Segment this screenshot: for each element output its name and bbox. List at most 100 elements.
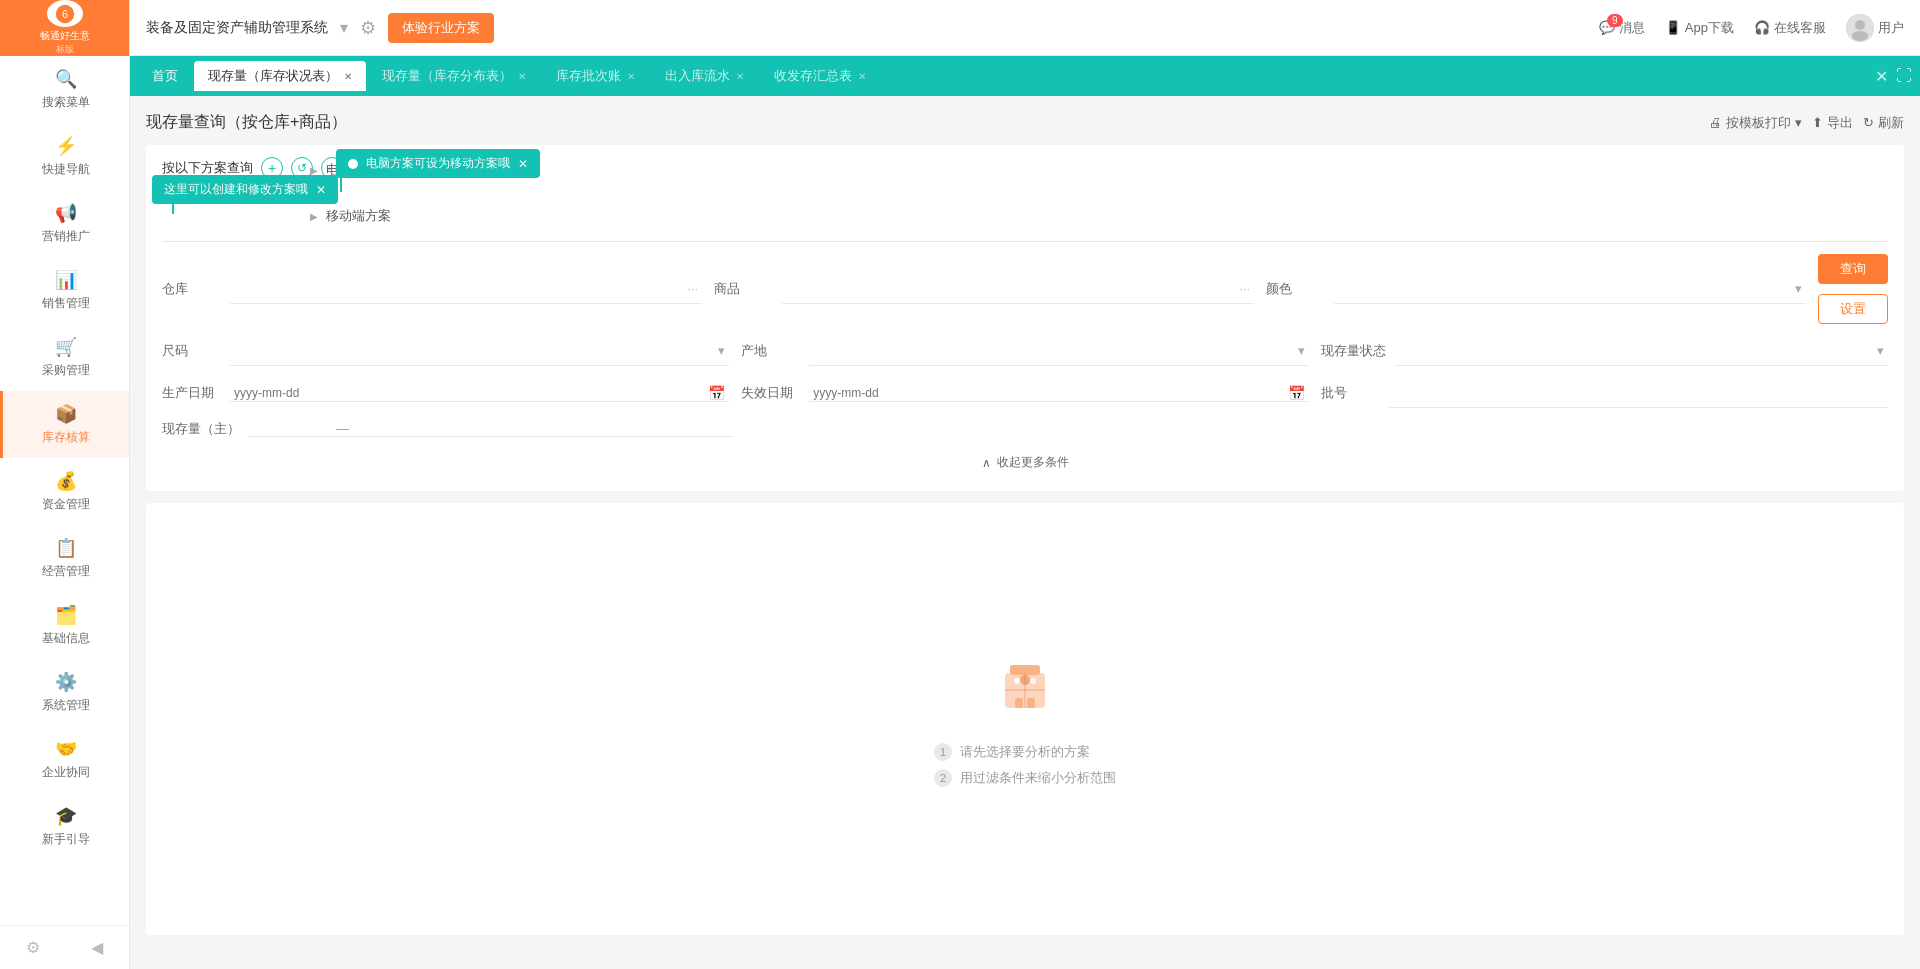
filter-separator (162, 241, 1888, 242)
sidebar-item-marketing-label: 营销推广 (42, 228, 90, 245)
sidebar-item-inventory[interactable]: 📦 库存核算 (0, 391, 129, 458)
empty-hint-2-text: 用过滤条件来缩小分析范围 (960, 769, 1116, 787)
goods-dots: ··· (1239, 281, 1250, 296)
logo-text: 畅通好生意 (40, 29, 90, 43)
search-button[interactable]: 查询 (1818, 254, 1888, 284)
origin-select[interactable]: ▾ (809, 336, 1308, 366)
stock-qty-min-input[interactable] (252, 421, 332, 436)
tab-summary-close[interactable]: ✕ (858, 71, 866, 82)
sidebar-item-sales[interactable]: 📊 销售管理 (0, 257, 129, 324)
goods-select[interactable]: ··· (782, 274, 1254, 304)
filter-row-3: 生产日期 📅 失效日期 📅 批号 (162, 378, 1888, 408)
filter-row-4: 现存量（主） — (162, 420, 1888, 438)
sidebar-item-guide[interactable]: 🎓 新手引导 (0, 793, 129, 860)
message-action[interactable]: 💬 9 消息 (1599, 19, 1645, 37)
filter-header: 按以下方案查询 + ↺ ← ▶ 电脑端方案 电脑方案可设为移动方案哦 (162, 157, 1888, 179)
svg-point-3 (1855, 20, 1865, 30)
print-icon: 🖨 (1709, 115, 1722, 130)
tab-fullscreen-icon[interactable]: ⛶ (1896, 67, 1912, 86)
scheme-mobile-row: ▶ 移动端方案 这里可以创建和修改方案哦 ✕ (162, 203, 1888, 229)
sidebar-item-sales-label: 销售管理 (42, 295, 90, 312)
tab-summary[interactable]: 收发存汇总表 ✕ (760, 61, 880, 91)
online-support-label: 在线客服 (1774, 19, 1826, 37)
online-support-action[interactable]: 🎧 在线客服 (1754, 19, 1826, 37)
sidebar-item-system[interactable]: ⚙️ 系统管理 (0, 659, 129, 726)
pc-tooltip-container: 电脑方案可设为移动方案哦 ✕ (336, 149, 540, 178)
page-actions: 🖨 按模板打印 ▾ ⬆ 导出 ↻ 刷新 (1709, 114, 1904, 132)
size-arrow: ▾ (718, 343, 725, 358)
prod-date-input-wrap: 📅 (230, 385, 729, 402)
sidebar-item-enterprise[interactable]: 🤝 企业协同 (0, 726, 129, 793)
settings-gear-icon[interactable]: ⚙ (360, 17, 376, 39)
size-select[interactable]: ▾ (230, 336, 729, 366)
size-label: 尺码 (162, 342, 222, 360)
hint-num-1: 1 (934, 743, 952, 761)
action-buttons: 查询 设置 (1818, 254, 1888, 324)
basic-icon: 🗂️ (55, 604, 77, 626)
tab-bar-actions: ✕ ⛶ (1875, 67, 1912, 86)
tab-inventory-dist[interactable]: 现存量（库存分布表） ✕ (368, 61, 540, 91)
sidebar-item-quicknav-label: 快捷导航 (42, 161, 90, 178)
create-tooltip-close[interactable]: ✕ (316, 183, 326, 197)
warehouse-select[interactable]: ··· (230, 274, 702, 304)
prod-date-calendar-icon[interactable]: 📅 (708, 385, 725, 401)
top-header: 装备及固定资产辅助管理系统 ▾ ⚙ 体验行业方案 💬 9 消息 📱 App下载 … (130, 0, 1920, 56)
sidebar-item-guide-label: 新手引导 (42, 831, 90, 848)
refresh-button[interactable]: ↻ 刷新 (1863, 114, 1904, 132)
sidebar-item-purchase[interactable]: 🛒 采购管理 (0, 324, 129, 391)
tab-inventory-status-close[interactable]: ✕ (344, 71, 352, 82)
app-download-action[interactable]: 📱 App下载 (1665, 19, 1734, 37)
expire-date-input[interactable] (813, 386, 1283, 400)
print-button[interactable]: 🖨 按模板打印 ▾ (1709, 114, 1802, 132)
tab-close-all-icon[interactable]: ✕ (1875, 67, 1888, 86)
filter-cell-prod-date: 生产日期 📅 (162, 384, 729, 402)
export-button[interactable]: ⬆ 导出 (1812, 114, 1853, 132)
tab-inventory-status[interactable]: 现存量（库存状况表） ✕ (194, 61, 366, 91)
filter-cell-goods: 商品 ··· (714, 274, 1254, 304)
quicknav-icon: ⚡ (55, 135, 77, 157)
edition-label: 标版 (56, 43, 74, 56)
sidebar-item-search[interactable]: 🔍 搜索菜单 (0, 56, 129, 123)
tab-batch-account-close[interactable]: ✕ (627, 71, 635, 82)
sidebar-item-marketing[interactable]: 📢 营销推广 (0, 190, 129, 257)
tab-bar: 首页 现存量（库存状况表） ✕ 现存量（库存分布表） ✕ 库存批次账 ✕ 出入库… (130, 56, 1920, 96)
reset-button[interactable]: 设置 (1818, 294, 1888, 324)
app-download-label: App下载 (1685, 19, 1734, 37)
sidebar-item-basic[interactable]: 🗂️ 基础信息 (0, 592, 129, 659)
batch-input[interactable] (1389, 378, 1888, 408)
empty-state: 1 请先选择要分析的方案 2 用过滤条件来缩小分析范围 (146, 563, 1904, 875)
trial-button[interactable]: 体验行业方案 (388, 13, 494, 43)
tab-inout-flow[interactable]: 出入库流水 ✕ (651, 61, 758, 91)
logo-icon: 6 (47, 0, 83, 27)
user-action[interactable]: 用户 (1846, 14, 1904, 42)
settings-icon[interactable]: ⚙ (26, 938, 40, 957)
empty-hints-list: 1 请先选择要分析的方案 2 用过滤条件来缩小分析范围 (934, 743, 1116, 795)
stock-qty-max-input[interactable] (353, 421, 433, 436)
print-label: 按模板打印 (1726, 114, 1791, 132)
sidebar-item-quicknav[interactable]: ⚡ 快捷导航 (0, 123, 129, 190)
stock-status-select[interactable]: ▾ (1394, 336, 1888, 366)
color-select[interactable]: ▾ (1334, 274, 1806, 304)
system-title: 装备及固定资产辅助管理系统 (146, 19, 328, 37)
collapse-sidebar-icon[interactable]: ◀ (91, 938, 103, 957)
sidebar-item-finance[interactable]: 💰 资金管理 (0, 458, 129, 525)
sidebar-item-operations[interactable]: 📋 经营管理 (0, 525, 129, 592)
tab-home[interactable]: 首页 (138, 61, 192, 91)
tab-batch-account[interactable]: 库存批次账 ✕ (542, 61, 649, 91)
sidebar-nav: 🔍 搜索菜单 ⚡ 快捷导航 📢 营销推广 📊 销售管理 🛒 采购管理 📦 库存核… (0, 56, 129, 925)
filter-cell-expire-date: 失效日期 📅 (741, 384, 1308, 402)
collapse-filter-button[interactable]: ∧ 收起更多条件 (162, 446, 1888, 479)
prod-date-start-input[interactable] (234, 386, 704, 400)
inventory-icon: 📦 (55, 403, 77, 425)
pc-tooltip-close[interactable]: ✕ (518, 157, 528, 171)
filter-row-1: 仓库 ··· 商品 ··· 颜色 (162, 254, 1888, 324)
expire-date-calendar-icon[interactable]: 📅 (1288, 385, 1305, 401)
origin-arrow: ▾ (1298, 343, 1305, 358)
pc-tooltip: 电脑方案可设为移动方案哦 ✕ (336, 149, 540, 178)
svg-point-13 (1030, 678, 1036, 684)
sidebar-item-purchase-label: 采购管理 (42, 362, 90, 379)
tab-inventory-dist-close[interactable]: ✕ (518, 71, 526, 82)
dropdown-arrow-icon: ▾ (340, 18, 348, 37)
filter-row-2: 尺码 ▾ 产地 ▾ 现存量状态 (162, 336, 1888, 366)
tab-inout-flow-close[interactable]: ✕ (736, 71, 744, 82)
